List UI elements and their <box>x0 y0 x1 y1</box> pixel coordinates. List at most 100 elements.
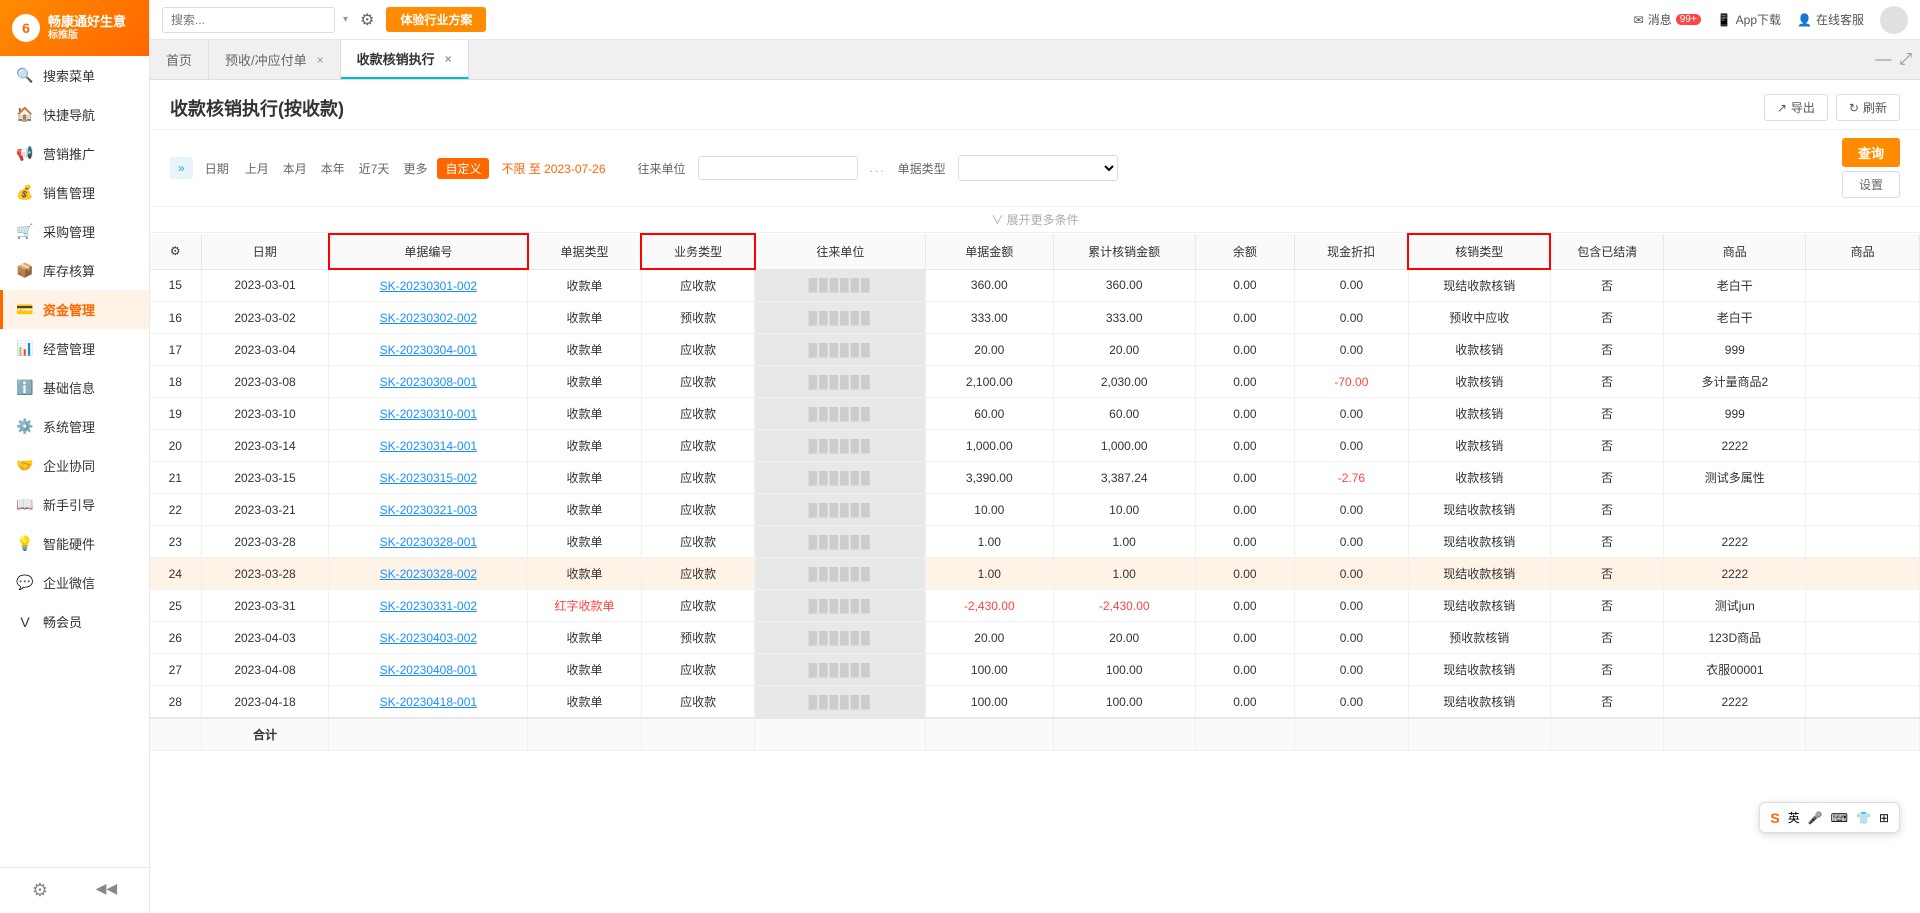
cell-bill-no[interactable]: SK-20230302-002 <box>329 302 528 334</box>
messages-button[interactable]: ✉ 消息 99+ <box>1634 11 1701 28</box>
cell-verify-type: 现结收款核销 <box>1408 494 1550 526</box>
service-icon: 👤 <box>1797 13 1812 27</box>
cell-bill-no[interactable]: SK-20230321-003 <box>329 494 528 526</box>
th-verify-type[interactable]: 核销类型 <box>1408 234 1550 269</box>
table-row: 162023-03-02SK-20230302-002收款单预收款██████3… <box>150 302 1920 334</box>
refresh-button[interactable]: ↻ 刷新 <box>1836 94 1900 121</box>
cell-amount: 2,100.00 <box>925 366 1053 398</box>
th-party[interactable]: 往来单位 <box>755 234 925 269</box>
sidebar-item-finance[interactable]: 💳 资金管理 <box>0 290 149 329</box>
sidebar-item-basic[interactable]: ℹ️ 基础信息 <box>0 368 149 407</box>
cell-amount: 333.00 <box>925 302 1053 334</box>
cell-bill-type: 收款单 <box>528 558 642 590</box>
sidebar-item-label: 采购管理 <box>43 222 95 241</box>
th-accum-verify[interactable]: 累计核销金额 <box>1053 234 1195 269</box>
th-gear[interactable]: ⚙ <box>150 234 201 269</box>
filter-last-month[interactable]: 上月 <box>241 158 273 179</box>
collapse-icon[interactable]: ◀◀ <box>96 880 118 901</box>
logo-text: 畅康通好生意 标推版 <box>48 14 126 42</box>
tab-receipt-verify[interactable]: 收款核销执行 × <box>341 40 469 79</box>
tab-minimize-icon[interactable]: — <box>1875 51 1891 69</box>
sidebar-item-enterprise[interactable]: 🤝 企业协同 <box>0 446 149 485</box>
th-date[interactable]: 日期 <box>201 234 329 269</box>
cell-party: ██████ <box>755 269 925 302</box>
th-amount[interactable]: 单据金额 <box>925 234 1053 269</box>
th-cash-discount[interactable]: 现金折扣 <box>1295 234 1409 269</box>
settings-icon[interactable]: ⚙ <box>32 880 48 901</box>
table-row: 172023-03-04SK-20230304-001收款单应收款██████2… <box>150 334 1920 366</box>
th-balance[interactable]: 余额 <box>1195 234 1294 269</box>
topbar-gear-icon[interactable]: ⚙ <box>360 10 374 30</box>
tab-actions: — ⤢ <box>1867 40 1920 79</box>
ft-shirt-icon[interactable]: 👕 <box>1856 811 1871 825</box>
cell-bill-no[interactable]: SK-20230310-001 <box>329 398 528 430</box>
cell-goods2 <box>1806 366 1920 398</box>
ft-mic-icon[interactable]: 🎤 <box>1808 811 1823 825</box>
th-incl-settled[interactable]: 包含已结清 <box>1550 234 1664 269</box>
cell-bill-no[interactable]: SK-20230328-001 <box>329 526 528 558</box>
cell-bill-no[interactable]: SK-20230308-001 <box>329 366 528 398</box>
filter-this-month[interactable]: 本月 <box>279 158 311 179</box>
filter-bill-type-select[interactable]: 收款单 红字收款单 <box>958 155 1118 181</box>
ft-grid-icon[interactable]: ⊞ <box>1879 811 1889 825</box>
filter-more[interactable]: 更多 <box>399 158 431 179</box>
cell-bill-no[interactable]: SK-20230301-002 <box>329 269 528 302</box>
tab-close-icon[interactable]: × <box>317 53 324 67</box>
th-biz-type[interactable]: 业务类型 <box>641 234 755 269</box>
cell-bill-no[interactable]: SK-20230408-001 <box>329 654 528 686</box>
table-row: 242023-03-28SK-20230328-002收款单应收款██████1… <box>150 558 1920 590</box>
th-bill-type[interactable]: 单据类型 <box>528 234 642 269</box>
sidebar-item-operations[interactable]: 📊 经营管理 <box>0 329 149 368</box>
cell-biz-type: 应收款 <box>641 398 755 430</box>
sidebar-item-system[interactable]: ⚙️ 系统管理 <box>0 407 149 446</box>
sidebar-item-guide[interactable]: 📖 新手引导 <box>0 485 149 524</box>
th-goods2[interactable]: 商品 <box>1806 234 1920 269</box>
tab-advance-receipt[interactable]: 预收/冲应付单 × <box>209 40 341 79</box>
tab-home[interactable]: 首页 <box>150 40 209 79</box>
expand-more-bar[interactable]: ∨ 展开更多条件 <box>150 207 1920 233</box>
table-total-row: 合计 <box>150 718 1920 751</box>
topbar-search-input[interactable] <box>162 7 335 33</box>
sidebar-item-hardware[interactable]: 💡 智能硬件 <box>0 524 149 563</box>
cell-goods: 123D商品 <box>1664 622 1806 654</box>
app-download-button[interactable]: 📱 App下载 <box>1717 11 1781 28</box>
filter-7days[interactable]: 近7天 <box>355 158 394 179</box>
th-bill-no[interactable]: 单据编号 <box>329 234 528 269</box>
cell-party: ██████ <box>755 302 925 334</box>
tab-close-active-icon[interactable]: × <box>445 52 452 66</box>
sidebar-item-member[interactable]: V 畅会员 <box>0 602 149 641</box>
cell-bill-no[interactable]: SK-20230314-001 <box>329 430 528 462</box>
sidebar-item-wechat[interactable]: 💬 企业微信 <box>0 563 149 602</box>
cell-bill-no[interactable]: SK-20230331-002 <box>329 590 528 622</box>
cell-accum: 1.00 <box>1053 526 1195 558</box>
sidebar-item-marketing[interactable]: 📢 营销推广 <box>0 134 149 173</box>
th-goods[interactable]: 商品 <box>1664 234 1806 269</box>
filter-custom-button[interactable]: 自定义 <box>437 158 489 179</box>
ft-keyboard-icon[interactable]: ⌨ <box>1831 811 1848 825</box>
cell-balance: 0.00 <box>1195 494 1294 526</box>
cell-biz-type: 应收款 <box>641 558 755 590</box>
industry-solution-button[interactable]: 体验行业方案 <box>386 7 486 32</box>
filter-party-input[interactable] <box>698 156 858 180</box>
filter-this-year[interactable]: 本年 <box>317 158 349 179</box>
cell-bill-no[interactable]: SK-20230403-002 <box>329 622 528 654</box>
settings-button[interactable]: 设置 <box>1842 171 1900 198</box>
cell-bill-no[interactable]: SK-20230328-002 <box>329 558 528 590</box>
query-button[interactable]: 查询 <box>1842 138 1900 167</box>
filter-expand-button[interactable]: » <box>170 157 193 179</box>
cell-goods <box>1664 494 1806 526</box>
sidebar-item-quick-nav[interactable]: 🏠 快捷导航 <box>0 95 149 134</box>
cell-bill-no[interactable]: SK-20230418-001 <box>329 686 528 719</box>
cell-bill-no[interactable]: SK-20230315-002 <box>329 462 528 494</box>
wechat-icon: 💬 <box>15 574 35 591</box>
tab-maximize-icon[interactable]: ⤢ <box>1899 51 1912 69</box>
expand-more-icon: ∨ <box>991 213 1003 227</box>
sidebar-item-inventory[interactable]: 📦 库存核算 <box>0 251 149 290</box>
cell-bill-no[interactable]: SK-20230304-001 <box>329 334 528 366</box>
online-service-button[interactable]: 👤 在线客服 <box>1797 11 1864 28</box>
user-avatar[interactable] <box>1880 6 1908 34</box>
export-button[interactable]: ↗ 导出 <box>1764 94 1828 121</box>
sidebar-item-search-menu[interactable]: 🔍 搜索菜单 <box>0 56 149 95</box>
sidebar-item-sales[interactable]: 💰 销售管理 <box>0 173 149 212</box>
sidebar-item-purchase[interactable]: 🛒 采购管理 <box>0 212 149 251</box>
